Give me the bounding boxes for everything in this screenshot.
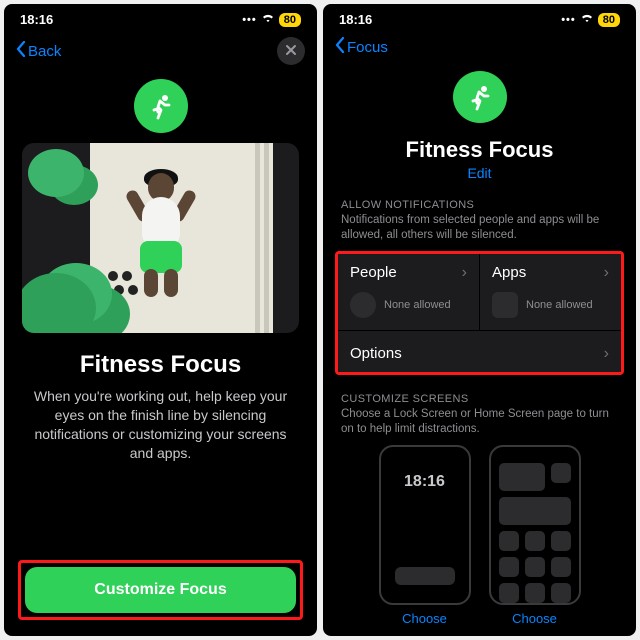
phone-left: 18:16 ••• 80 Back [4, 4, 317, 636]
chevron-left-icon [16, 41, 26, 61]
status-bar: 18:16 ••• 80 [323, 4, 636, 31]
back-button[interactable]: Focus [335, 37, 388, 57]
people-label: People [350, 264, 397, 281]
apps-sub: None allowed [526, 299, 593, 311]
nav-bar: Focus [323, 31, 636, 63]
people-sub: None allowed [384, 299, 451, 311]
nav-bar: Back [4, 31, 317, 71]
customize-focus-button[interactable]: Customize Focus [25, 567, 296, 613]
chevron-right-icon: › [604, 345, 609, 363]
customize-screens-sub: Choose a Lock Screen or Home Screen page… [323, 407, 636, 445]
close-icon [285, 43, 297, 59]
status-bar: 18:16 ••• 80 [4, 4, 317, 31]
phone-right: 18:16 ••• 80 Focus Fitness Focus Edit AL… [323, 4, 636, 636]
allow-notifications-sub: Notifications from selected people and a… [323, 213, 636, 251]
home-screen-thumb[interactable] [489, 445, 581, 605]
status-right: ••• 80 [561, 13, 620, 27]
chevron-right-icon: › [604, 264, 609, 282]
options-row[interactable]: Options › [338, 330, 621, 375]
apps-cell[interactable]: Apps › None allowed [479, 254, 621, 330]
customize-screens-header: CUSTOMIZE SCREENS [323, 375, 636, 407]
apps-label: Apps [492, 264, 526, 281]
status-time: 18:16 [339, 12, 372, 27]
allow-notifications-header: ALLOW NOTIFICATIONS [323, 181, 636, 213]
highlight-box: Customize Focus [18, 560, 303, 620]
page-title: Fitness Focus [4, 351, 317, 379]
screens-row: 18:16 Choose Choose [323, 445, 636, 636]
app-placeholder-icon [492, 292, 518, 318]
page-title: Fitness Focus [323, 137, 636, 163]
lock-screen-widget-placeholder [395, 567, 455, 585]
highlight-box: People › None allowed Apps › None allowe… [335, 251, 624, 375]
status-right: ••• 80 [242, 13, 301, 27]
back-label: Focus [347, 39, 388, 56]
wifi-icon [261, 13, 275, 26]
cellular-icon: ••• [242, 14, 257, 26]
edit-button[interactable]: Edit [323, 165, 636, 181]
avatar-placeholder-icon [350, 292, 376, 318]
back-label: Back [28, 43, 61, 60]
battery-badge: 80 [279, 13, 301, 27]
cellular-icon: ••• [561, 14, 576, 26]
illustration [22, 143, 299, 333]
chevron-left-icon [335, 37, 345, 57]
lock-screen-time: 18:16 [404, 473, 445, 491]
lock-screen-thumb[interactable]: 18:16 [379, 445, 471, 605]
options-label: Options [350, 345, 402, 362]
back-button[interactable]: Back [16, 41, 61, 61]
wifi-icon [580, 13, 594, 26]
page-description: When you're working out, help keep your … [4, 379, 317, 463]
fitness-icon [134, 79, 188, 133]
chevron-right-icon: › [462, 264, 467, 282]
people-cell[interactable]: People › None allowed [338, 254, 479, 330]
choose-lock-button[interactable]: Choose [402, 611, 447, 626]
fitness-icon [453, 71, 507, 123]
close-button[interactable] [277, 37, 305, 65]
status-time: 18:16 [20, 12, 53, 27]
choose-home-button[interactable]: Choose [512, 611, 557, 626]
battery-badge: 80 [598, 13, 620, 27]
